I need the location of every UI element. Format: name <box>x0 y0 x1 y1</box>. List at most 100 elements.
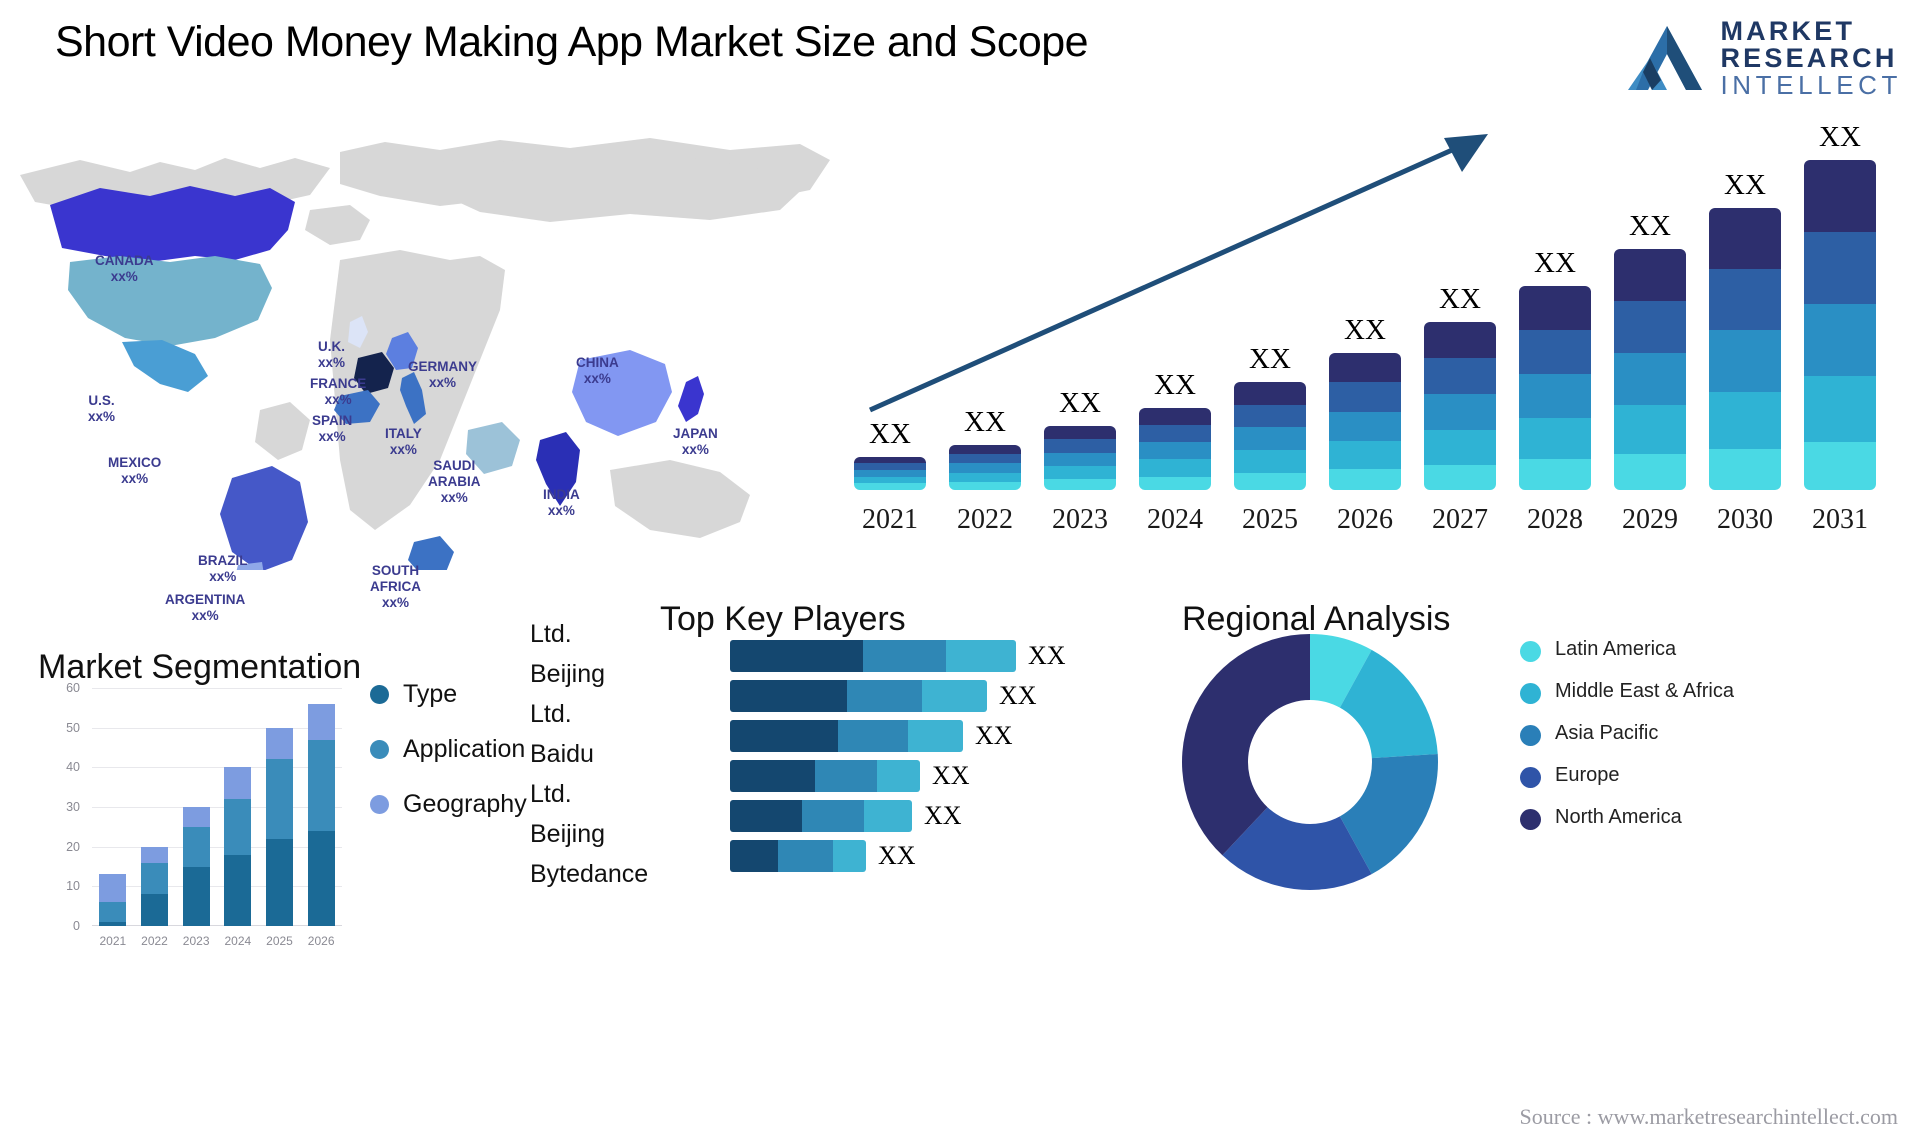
regional-legend-label: Middle East & Africa <box>1555 680 1734 702</box>
regional-legend-item: Middle East & Africa <box>1520 680 1734 704</box>
player-bar-segment <box>730 640 863 672</box>
player-name-label: Beijing <box>530 820 606 848</box>
growth-bar-value-label: XX <box>1439 283 1481 316</box>
growth-bar-segment <box>949 472 1021 483</box>
segmentation-legend-label: Application <box>403 735 526 763</box>
growth-bar-segment <box>1329 468 1401 490</box>
growth-bar-segment <box>1044 439 1116 453</box>
world-map-svg <box>20 138 830 650</box>
player-bar-segment <box>908 720 963 752</box>
growth-bar <box>1424 322 1496 490</box>
regional-donut-svg <box>1182 634 1438 890</box>
map-label-mexico: MEXICO xx% <box>108 455 162 486</box>
growth-bar-segment <box>1804 160 1876 232</box>
player-bar-segment <box>730 800 802 832</box>
top-key-players-chart: Ltd. Beijing Ltd. Baidu Ltd. Beijing Bytedance… <box>530 600 1090 900</box>
player-name-label: Ltd. <box>530 700 572 728</box>
player-bar-segment <box>730 720 838 752</box>
segmentation-bar-segment <box>141 862 168 895</box>
segmentation-x-tick: 2026 <box>307 934 335 948</box>
growth-bar <box>1709 207 1781 490</box>
growth-bar-segment <box>1234 427 1306 451</box>
growth-bar-segment <box>1424 430 1496 465</box>
growth-bar-value-label: XX <box>1059 387 1101 420</box>
segmentation-legend-label: Type <box>403 680 458 708</box>
growth-bar-segment <box>1329 382 1401 412</box>
growth-bar-segment <box>1234 450 1306 473</box>
growth-bar-segment <box>949 444 1021 455</box>
growth-bar <box>1139 407 1211 490</box>
segmentation-x-tick: 2021 <box>99 934 127 948</box>
segmentation-y-tick: 50 <box>66 720 80 735</box>
growth-bar-segment <box>854 463 926 471</box>
segmentation-bar-segment <box>141 894 168 926</box>
segmentation-bar-segment <box>224 767 252 800</box>
growth-bar-segment <box>949 454 1021 464</box>
segmentation-plot-area: 0 10 20 30 40 50 60 2021 2022 2023 2024 2025 2026 <box>66 681 342 948</box>
segmentation-bar <box>182 807 210 926</box>
regional-legend: Latin America Middle East & Africa Asia Pa… <box>1520 638 1734 848</box>
segmentation-x-tick: 2024 <box>224 934 252 948</box>
growth-bar-value-label: XX <box>964 405 1006 438</box>
growth-bar-segment <box>854 476 926 484</box>
segmentation-y-tick: 20 <box>66 839 80 854</box>
player-bar-segment <box>730 680 847 712</box>
map-label-france: FRANCE xx% <box>310 376 367 407</box>
segmentation-legend-item: Type <box>370 680 527 709</box>
growth-bar-value-label: XX <box>1724 168 1766 201</box>
segmentation-y-tick: 60 <box>66 681 80 695</box>
segmentation-bar-segment <box>99 874 127 903</box>
segmentation-bar-segment <box>307 830 335 926</box>
growth-bar-year-label: 2025 <box>1242 504 1298 535</box>
regional-analysis-chart: Latin America Middle East & Africa Asia Pa… <box>1180 600 1920 930</box>
segmentation-legend: Type Application Geography <box>370 680 527 845</box>
player-bar-segment <box>730 760 815 792</box>
growth-bar-segment <box>1044 426 1116 440</box>
growth-bar <box>854 456 926 490</box>
segmentation-bar <box>99 874 127 926</box>
logo-line-intellect: INTELLECT <box>1720 70 1902 100</box>
map-label-italy: ITALY xx% <box>385 426 422 457</box>
growth-bar-value-label: XX <box>1154 368 1196 401</box>
segmentation-legend-swatch <box>370 685 389 704</box>
segmentation-legend-label: Geography <box>403 790 527 818</box>
segmentation-gridline <box>92 727 342 729</box>
map-label-china: CHINA xx% <box>576 355 619 386</box>
player-bar-segment <box>833 840 866 872</box>
market-segmentation-chart: 0 10 20 30 40 50 60 2021 2022 2023 2024 2025 2026 Ty… <box>30 648 527 948</box>
map-label-south-africa: SOUTH AFRICA xx% <box>370 563 421 610</box>
growth-bar-segment <box>1804 231 1876 304</box>
growth-bar-segment <box>1709 448 1781 490</box>
player-bar-segment <box>730 840 778 872</box>
map-label-brazil: BRAZIL xx% <box>198 553 248 584</box>
segmentation-x-tick: 2022 <box>141 934 168 948</box>
player-name-label: Ltd. <box>530 780 572 808</box>
growth-bar-segment <box>1139 407 1211 425</box>
player-bar <box>730 800 912 832</box>
segmentation-bar-segment <box>182 826 210 867</box>
segmentation-y-tick: 40 <box>66 760 80 775</box>
player-bar <box>730 760 920 792</box>
growth-bar-segment <box>1804 303 1876 376</box>
growth-bar-segment <box>1614 301 1686 353</box>
segmentation-gridline <box>92 767 342 769</box>
growth-bar-value-label: XX <box>1249 343 1291 376</box>
growth-bar <box>1329 352 1401 490</box>
player-bar <box>730 680 987 712</box>
player-bar <box>730 640 1016 672</box>
growth-bar-year-label: 2023 <box>1052 504 1108 535</box>
world-map: CANADA xx% U.S. xx% MEXICO xx% BRAZIL xx% ARGENT… <box>10 110 840 650</box>
segmentation-legend-swatch <box>370 795 389 814</box>
segmentation-gridline <box>92 846 342 848</box>
segmentation-bar <box>141 846 168 926</box>
player-value-label: XX <box>924 801 962 830</box>
growth-bar-segment <box>1614 249 1686 302</box>
map-country-japan <box>678 376 704 422</box>
growth-bar-segment <box>1234 382 1306 405</box>
segmentation-bar-segment <box>224 799 252 855</box>
growth-bar-segment <box>1519 330 1591 375</box>
regional-legend-label: Latin America <box>1555 638 1677 660</box>
regional-legend-swatch <box>1520 767 1541 788</box>
player-bar-segment <box>815 760 877 792</box>
map-label-india: INDIA xx% <box>543 487 580 518</box>
